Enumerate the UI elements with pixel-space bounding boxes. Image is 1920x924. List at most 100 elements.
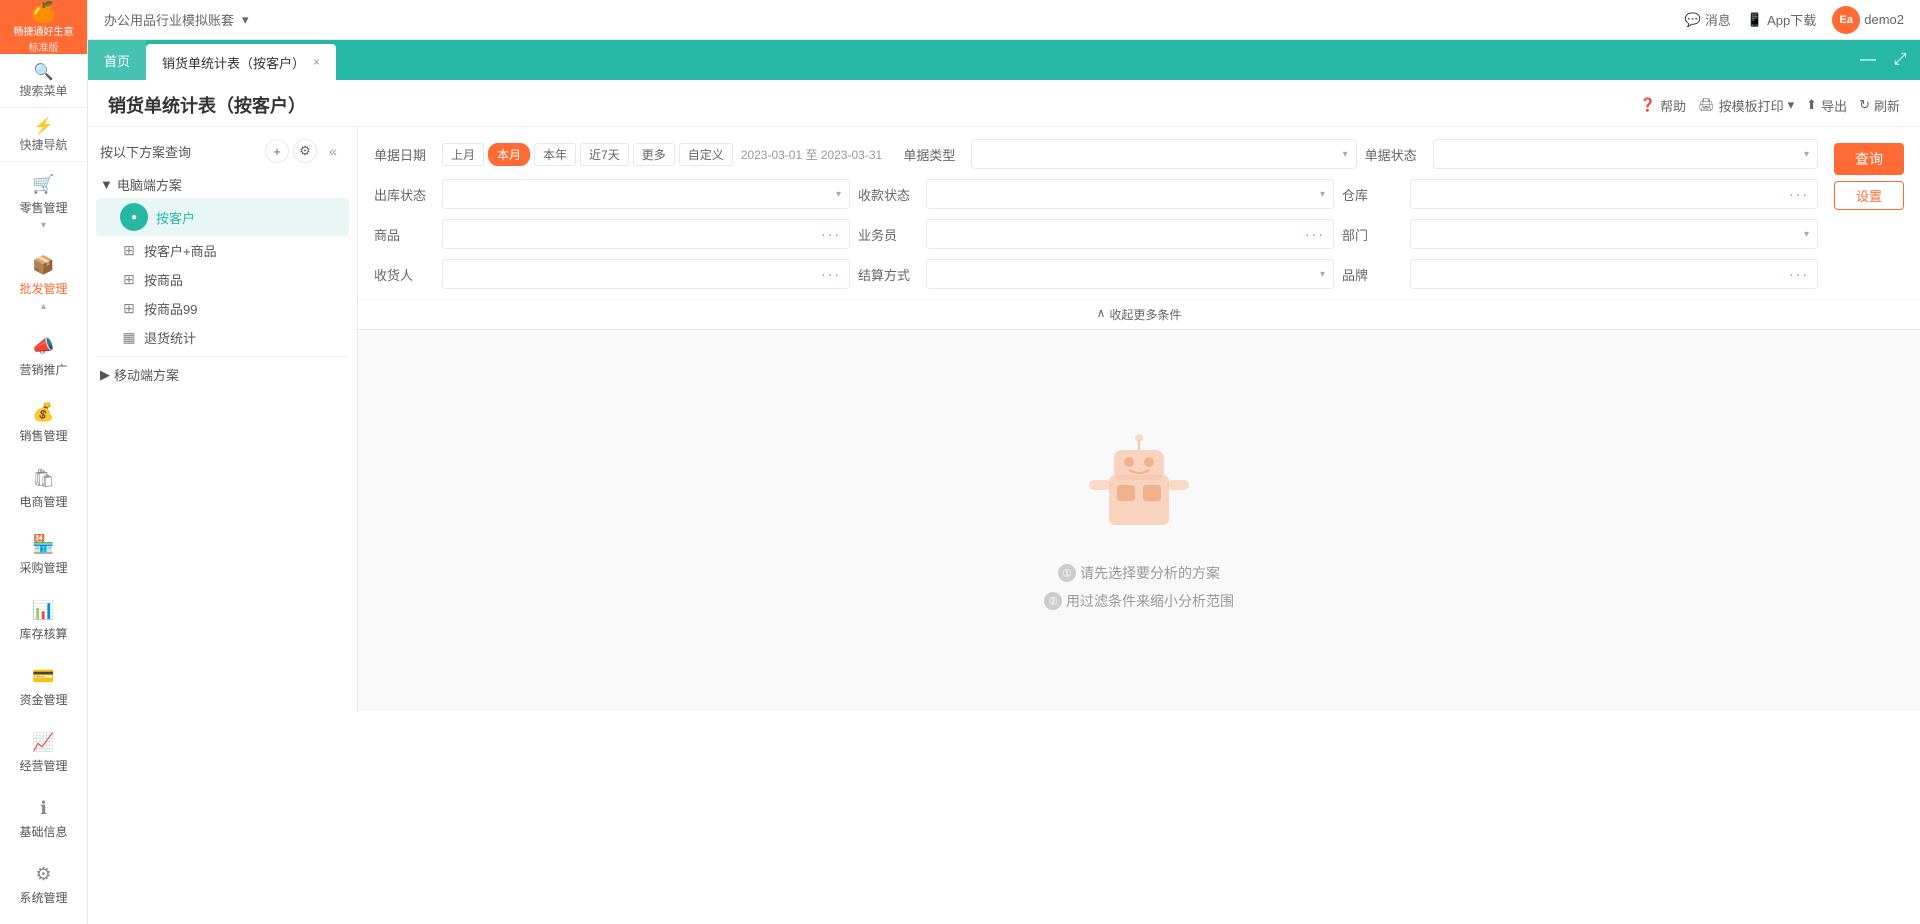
search-label: 搜索菜单 [0, 82, 88, 99]
sidebar-item-sales[interactable]: 💰 销售管理 [0, 390, 88, 456]
sidebar-item-wholesale[interactable]: 📦 批发管理 ▴ [0, 243, 88, 324]
message-button[interactable]: 💬 消息 [1685, 10, 1731, 29]
app-logo[interactable]: 🍊 畅捷通好生意 标准版 [0, 0, 88, 54]
sidebar-item-marketing[interactable]: 📣 营销推广 [0, 324, 88, 390]
consignee-select[interactable]: ··· [442, 259, 850, 289]
sidebar-item-basic[interactable]: ℹ 基础信息 [0, 786, 88, 852]
goods-select[interactable]: ··· [442, 219, 850, 249]
tab-active[interactable]: 销货单统计表（按客户） × [146, 44, 336, 80]
sidebar-search[interactable]: 🔍 搜索菜单 [0, 54, 88, 108]
sidebar-quicknav[interactable]: ⚡ 快捷导航 [0, 108, 88, 162]
operations-icon: 📈 [32, 732, 54, 753]
sidebar-item-operations[interactable]: 📈 经营管理 [0, 720, 88, 786]
tab-home[interactable]: 首页 [88, 40, 146, 80]
system-icon: ⚙ [35, 864, 51, 885]
empty-state-area: ① 请先选择要分析的方案 ② 用过滤条件来缩小分析范围 [358, 330, 1920, 711]
consignee-label: 收货人 [374, 265, 434, 284]
help-label: 帮助 [1660, 96, 1686, 115]
minimize-window-icon[interactable]: — [1856, 48, 1880, 72]
print-button[interactable]: 🖨 按模板打印 ▾ [1698, 96, 1794, 115]
date-btn-this-month[interactable]: 本月 [488, 143, 530, 166]
order-status-select[interactable]: ▾ [1433, 139, 1818, 169]
receipt-status-label: 收款状态 [858, 185, 918, 204]
setting-scheme-button[interactable]: ⚙ [293, 139, 317, 163]
collapse-bar[interactable]: ∧ 收起更多条件 [358, 299, 1920, 330]
query-button[interactable]: 查询 [1834, 143, 1904, 175]
retail-label: 零售管理 [19, 199, 67, 216]
refresh-button[interactable]: ↻ 刷新 [1859, 96, 1900, 115]
date-btn-custom[interactable]: 自定义 [679, 143, 733, 166]
receipt-status-select[interactable]: ▾ [926, 179, 1334, 209]
date-btn-more[interactable]: 更多 [633, 143, 675, 166]
tree-separator [96, 356, 349, 357]
desktop-section-label: 电脑端方案 [117, 175, 182, 194]
hint-2-num: ② [1044, 592, 1062, 610]
filter-row-2: 出库状态 ▾ 收款状态 [374, 179, 1818, 209]
desktop-section: ▼ 电脑端方案 ● 按客户 ⊞ 按客户+商品 [96, 171, 349, 352]
department-arrow-icon: ▾ [1804, 229, 1809, 240]
tree-item-by-customer-goods[interactable]: ⊞ 按客户+商品 [96, 236, 349, 265]
out-status-arrow-icon: ▾ [836, 189, 841, 200]
tree-item-by-customer[interactable]: ● 按客户 [96, 198, 349, 236]
help-button[interactable]: ❓ 帮助 [1640, 96, 1686, 115]
ecommerce-icon: 🛍 [32, 468, 55, 489]
by-goods-label: 按商品 [144, 270, 183, 289]
salesperson-label: 业务员 [858, 225, 918, 244]
sidebar-item-ecommerce[interactable]: 🛍 电商管理 [0, 456, 88, 522]
retail-arrow: ▾ [41, 220, 46, 231]
tree-item-by-goods-99[interactable]: ⊞ 按商品99 [96, 294, 349, 323]
date-btn-last-month[interactable]: 上月 [442, 143, 484, 166]
message-icon: 💬 [1685, 12, 1701, 28]
app-download-button[interactable]: 📱 App下载 [1747, 10, 1816, 29]
home-tab-label: 首页 [104, 51, 130, 70]
close-tab-icon[interactable]: × [313, 55, 320, 69]
date-btn-7days[interactable]: 近7天 [580, 143, 629, 166]
maximize-window-icon[interactable]: ⤢ [1888, 48, 1912, 72]
salesperson-select[interactable]: ··· [926, 219, 1334, 249]
sidebar-item-retail[interactable]: 🛒 零售管理 ▾ [0, 162, 88, 243]
print-icon: 🖨 [1698, 97, 1715, 113]
brand-group: 品牌 ··· [1342, 259, 1818, 289]
add-scheme-button[interactable]: + [265, 139, 289, 163]
tree-item-by-goods[interactable]: ⊞ 按商品 [96, 265, 349, 294]
date-btn-this-year[interactable]: 本年 [534, 143, 576, 166]
by-goods-99-icon: ⊞ [120, 300, 138, 318]
logo-text: 畅捷通好生意 [14, 27, 74, 39]
order-type-select[interactable]: ▾ [971, 139, 1356, 169]
active-tab-label: 销货单统计表（按客户） [162, 53, 305, 72]
panel-header: 按以下方案查询 + ⚙ « [96, 139, 349, 163]
operations-label: 经营管理 [19, 757, 67, 774]
sidebar-item-purchase[interactable]: 🏪 采购管理 [0, 522, 88, 588]
salesperson-dots-icon: ··· [1305, 226, 1325, 242]
out-status-select[interactable]: ▾ [442, 179, 850, 209]
wholesale-label: 批发管理 [19, 280, 67, 297]
desktop-arrow-icon: ▼ [100, 177, 113, 192]
salesperson-group: 业务员 ··· [858, 219, 1334, 249]
brand-select[interactable]: ··· [1410, 259, 1818, 289]
sidebar-item-system[interactable]: ⚙ 系统管理 [0, 852, 88, 918]
order-type-arrow-icon: ▾ [1343, 149, 1348, 160]
export-button[interactable]: ⬆ 导出 [1806, 96, 1847, 115]
department-select[interactable]: ▾ [1410, 219, 1818, 249]
brand-dots-icon: ··· [1789, 266, 1809, 282]
settings-button[interactable]: 设置 [1834, 181, 1904, 210]
inventory-label: 库存核算 [19, 625, 67, 642]
settlement-select[interactable]: ▾ [926, 259, 1334, 289]
filter-row-1: 单据日期 上月 本月 本年 近7天 更多 自定义 2023-03-01 至 20… [374, 139, 1818, 169]
sidebar-item-inventory[interactable]: 📊 库存核算 [0, 588, 88, 654]
refresh-icon: ↻ [1859, 97, 1870, 113]
tree-item-return-stats[interactable]: ▦ 退货统计 [96, 323, 349, 352]
warehouse-select[interactable]: ··· [1410, 179, 1818, 209]
desktop-section-header[interactable]: ▼ 电脑端方案 [96, 171, 349, 198]
return-stats-icon: ▦ [120, 329, 138, 347]
user-profile[interactable]: Ea demo2 [1832, 6, 1904, 34]
ecommerce-label: 电商管理 [19, 493, 67, 510]
mobile-section-header[interactable]: ▶ 移动端方案 [96, 361, 349, 388]
sidebar-item-finance[interactable]: 💳 资金管理 [0, 654, 88, 720]
active-dot-icon: ● [120, 203, 148, 231]
marketing-label: 营销推广 [19, 361, 67, 378]
collapse-panel-button[interactable]: « [321, 139, 345, 163]
wholesale-arrow: ▴ [41, 301, 46, 312]
hint-1-text: 请先选择要分析的方案 [1080, 563, 1220, 583]
sidebar-item-enterprise[interactable]: 🤝 企业协同 [0, 918, 88, 924]
